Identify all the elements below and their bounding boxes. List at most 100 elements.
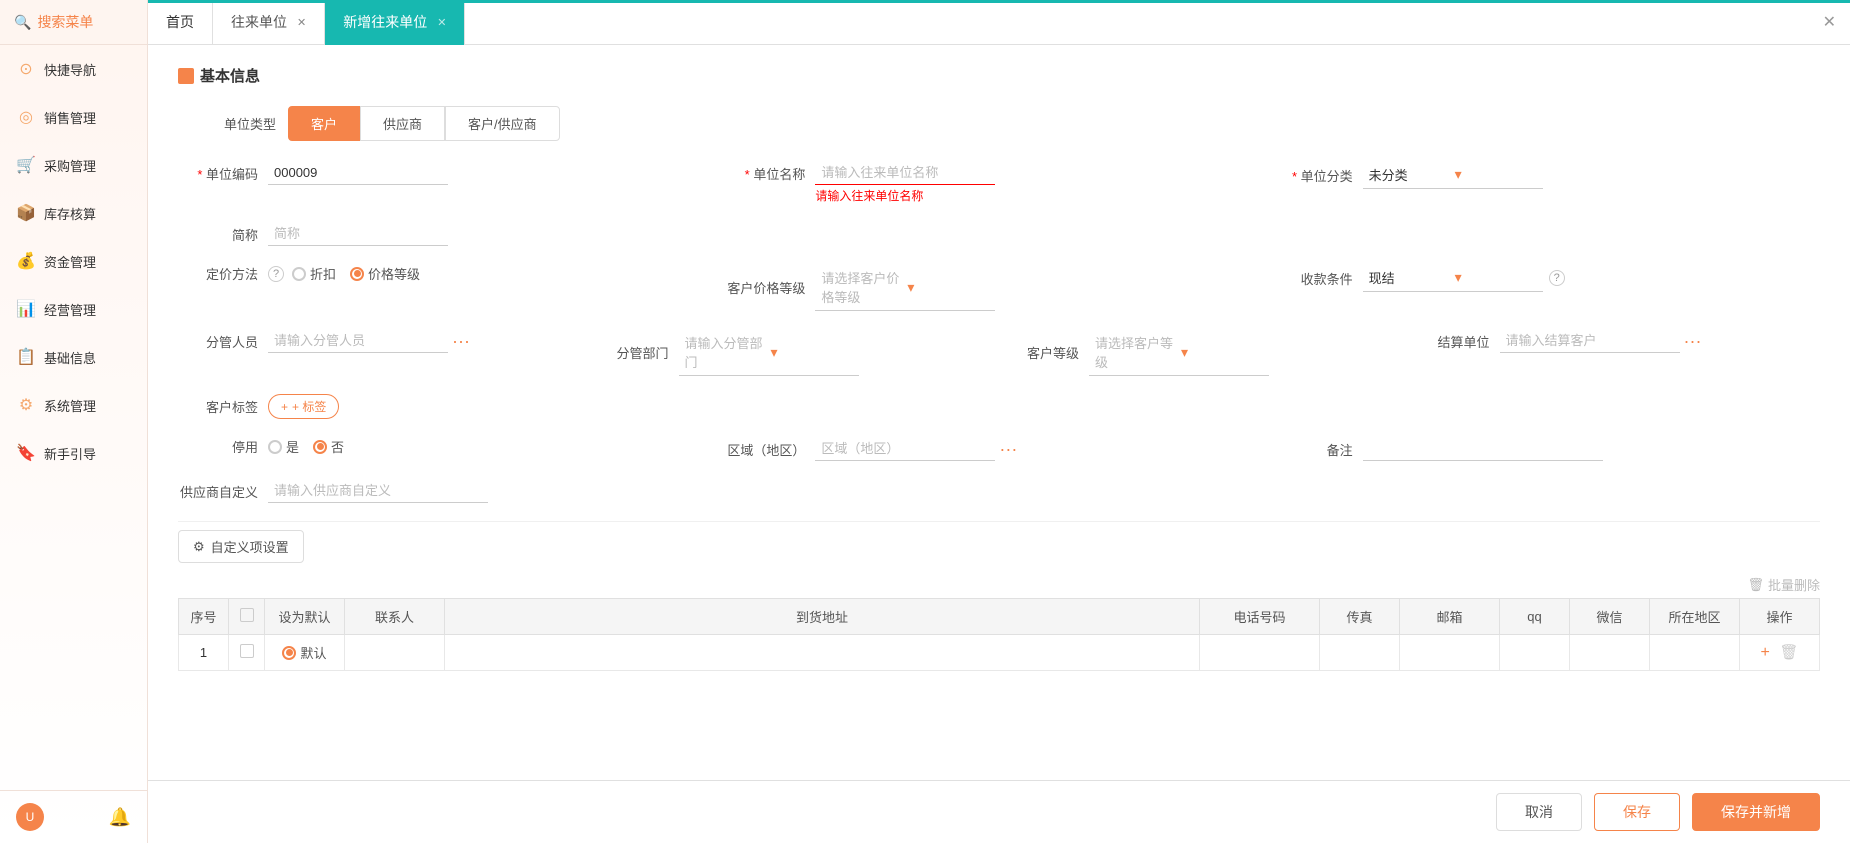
row-default-label: 默认 bbox=[300, 643, 326, 662]
row-fax-input[interactable] bbox=[1330, 645, 1389, 660]
row-addr[interactable] bbox=[445, 635, 1200, 671]
short-name-field: 简称 bbox=[178, 222, 1820, 246]
pricing-level-radio[interactable]: 价格等级 bbox=[350, 264, 420, 283]
tab-partners[interactable]: 往来单位 ✕ bbox=[213, 0, 325, 45]
save-new-button[interactable]: 保存并新增 bbox=[1692, 793, 1820, 831]
row-qq-input[interactable] bbox=[1510, 645, 1559, 660]
dept-select[interactable]: 请输入分管部门 ▾ bbox=[679, 329, 859, 376]
settlement-unit-field: 结算单位 ··· bbox=[1410, 329, 1821, 353]
save-button[interactable]: 保存 bbox=[1594, 793, 1680, 831]
row-action: + 🗑 bbox=[1740, 635, 1820, 671]
row-phone[interactable] bbox=[1200, 635, 1320, 671]
sidebar-item-purchase[interactable]: 🛒 采购管理 bbox=[0, 141, 147, 189]
purchase-icon: 🛒 bbox=[16, 155, 36, 175]
sidebar-item-basic[interactable]: 📋 基础信息 bbox=[0, 333, 147, 381]
row-addr-input[interactable] bbox=[455, 645, 1189, 660]
operations-icon: 📊 bbox=[16, 299, 36, 319]
sidebar-item-label: 系统管理 bbox=[44, 396, 96, 415]
form-row-6: 停用 是 否 区域（地区） ··· 备注 bbox=[178, 437, 1820, 461]
sales-icon: ◎ bbox=[16, 107, 36, 127]
tab-home[interactable]: 首页 bbox=[148, 0, 213, 45]
form-row-5: 客户标签 + + 标签 bbox=[178, 394, 1820, 419]
row-contact-input[interactable] bbox=[355, 645, 434, 660]
guide-icon: 🔖 bbox=[16, 443, 36, 463]
customer-level-label: 客户等级 bbox=[999, 343, 1089, 362]
disabled-yes-radio[interactable]: 是 bbox=[268, 437, 299, 456]
row-weixin-input[interactable] bbox=[1580, 645, 1639, 660]
unit-type-label: 单位类型 bbox=[178, 114, 288, 133]
remarks-input[interactable] bbox=[1363, 437, 1603, 461]
row-checkbox[interactable] bbox=[240, 644, 254, 658]
sidebar-item-finance[interactable]: 💰 资金管理 bbox=[0, 237, 147, 285]
select-all-checkbox[interactable] bbox=[240, 608, 254, 622]
row-qq[interactable] bbox=[1500, 635, 1570, 671]
row-area[interactable] bbox=[1650, 635, 1740, 671]
payment-terms-select[interactable]: 现结 ▾ bbox=[1363, 264, 1543, 292]
close-all-tabs-button[interactable]: ✕ bbox=[1823, 12, 1836, 32]
row-fax[interactable] bbox=[1320, 635, 1400, 671]
region-more-btn[interactable]: ··· bbox=[995, 439, 1021, 460]
disabled-no-circle bbox=[313, 440, 327, 454]
row-email-input[interactable] bbox=[1410, 645, 1489, 660]
manager-more-btn[interactable]: ··· bbox=[448, 331, 474, 352]
sidebar-item-quick-nav[interactable]: ⊙ 快捷导航 bbox=[0, 45, 147, 93]
custom-settings-button[interactable]: ⚙ 自定义项设置 bbox=[178, 530, 304, 563]
row-contact[interactable] bbox=[345, 635, 445, 671]
sidebar-item-label: 新手引导 bbox=[44, 444, 96, 463]
level-radio-circle bbox=[350, 267, 364, 281]
dept-placeholder: 请输入分管部门 bbox=[685, 333, 767, 371]
sidebar-item-guide[interactable]: 🔖 新手引导 bbox=[0, 429, 147, 477]
row-area-input[interactable] bbox=[1660, 645, 1729, 660]
row-default-circle bbox=[282, 646, 296, 660]
sidebar-item-label: 快捷导航 bbox=[44, 60, 96, 79]
row-phone-input[interactable] bbox=[1210, 645, 1309, 660]
sidebar-search[interactable]: 🔍 搜索菜单 bbox=[0, 0, 147, 45]
unit-code-input[interactable] bbox=[268, 161, 448, 185]
unit-name-input[interactable] bbox=[815, 161, 995, 185]
unit-type-supplier-btn[interactable]: 供应商 bbox=[360, 106, 445, 141]
sidebar-item-inventory[interactable]: 📦 库存核算 bbox=[0, 189, 147, 237]
payment-terms-value: 现结 bbox=[1369, 268, 1451, 287]
remarks-label: 备注 bbox=[1273, 440, 1363, 459]
customer-price-level-select[interactable]: 请选择客户价格等级 ▾ bbox=[815, 264, 995, 311]
pricing-help-icon[interactable]: ? bbox=[268, 266, 284, 282]
region-input[interactable] bbox=[815, 437, 995, 461]
sidebar-item-operations[interactable]: 📊 经营管理 bbox=[0, 285, 147, 333]
short-name-input[interactable] bbox=[268, 222, 448, 246]
sidebar-item-label: 销售管理 bbox=[44, 108, 96, 127]
unit-category-select[interactable]: 未分类 ▾ bbox=[1363, 161, 1543, 189]
supplier-custom-input[interactable] bbox=[268, 479, 488, 503]
sidebar-item-system[interactable]: ⚙ 系统管理 bbox=[0, 381, 147, 429]
row-default-radio[interactable]: 默认 bbox=[275, 643, 334, 662]
payment-terms-help-icon[interactable]: ? bbox=[1549, 270, 1565, 286]
customer-level-select[interactable]: 请选择客户等级 ▾ bbox=[1089, 329, 1269, 376]
tab-new-partner-label: 新增往来单位 bbox=[343, 12, 427, 32]
batch-delete-label[interactable]: 批量删除 bbox=[1768, 575, 1820, 594]
unit-type-both-btn[interactable]: 客户/供应商 bbox=[445, 106, 560, 141]
tab-new-partner[interactable]: 新增往来单位 ✕ bbox=[325, 0, 465, 45]
settlement-unit-input[interactable] bbox=[1500, 329, 1680, 353]
settlement-unit-more-btn[interactable]: ··· bbox=[1680, 331, 1706, 352]
row-weixin[interactable] bbox=[1570, 635, 1650, 671]
row-add-btn[interactable]: + bbox=[1760, 644, 1769, 661]
form-row-3: 定价方法 ? 折扣 价格等级 客户价格等级 请选择客户价格等级 bbox=[178, 264, 1820, 311]
sidebar-bottom: U 🔔 bbox=[0, 790, 147, 843]
th-fax: 传真 bbox=[1320, 599, 1400, 635]
tab-partners-close[interactable]: ✕ bbox=[297, 16, 306, 29]
tag-label: + 标签 bbox=[292, 398, 326, 415]
tab-new-partner-close[interactable]: ✕ bbox=[437, 16, 446, 29]
row-email[interactable] bbox=[1400, 635, 1500, 671]
row-delete-btn[interactable]: 🗑 bbox=[1779, 644, 1798, 661]
customer-level-field: 客户等级 请选择客户等级 ▾ bbox=[999, 329, 1410, 376]
unit-category-label: 单位分类 bbox=[1273, 166, 1363, 185]
plus-icon: + bbox=[281, 400, 288, 414]
payment-terms-arrow: ▾ bbox=[1455, 269, 1537, 286]
unit-type-customer-btn[interactable]: 客户 bbox=[288, 106, 360, 141]
add-tag-button[interactable]: + + 标签 bbox=[268, 394, 339, 419]
pricing-discount-radio[interactable]: 折扣 bbox=[292, 264, 336, 283]
disabled-no-radio[interactable]: 否 bbox=[313, 437, 344, 456]
sidebar-item-sales[interactable]: ◎ 销售管理 bbox=[0, 93, 147, 141]
unit-category-value: 未分类 bbox=[1369, 165, 1451, 184]
cancel-button[interactable]: 取消 bbox=[1496, 793, 1582, 831]
manager-input[interactable] bbox=[268, 329, 448, 353]
